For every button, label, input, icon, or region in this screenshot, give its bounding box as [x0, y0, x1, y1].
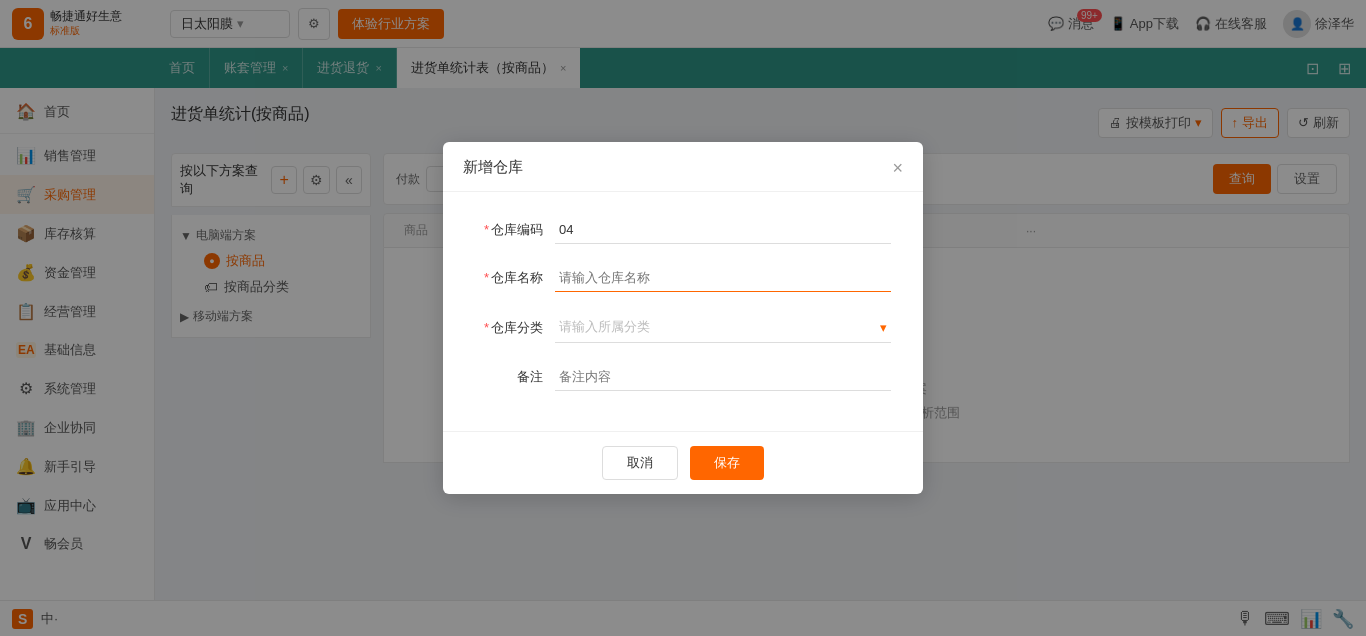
modal-footer: 取消 保存 — [443, 431, 923, 494]
category-placeholder: 请输入所属分类 — [559, 318, 650, 336]
modal-title: 新增仓库 — [463, 158, 523, 177]
code-label: 仓库编码 — [475, 221, 555, 239]
category-dropdown-arrow: ▾ — [880, 320, 887, 335]
category-label: 仓库分类 — [475, 319, 555, 337]
form-row-code: 仓库编码 — [475, 216, 891, 244]
modal-body: 仓库编码 仓库名称 仓库分类 请输入所属分类 ▾ 备注 — [443, 192, 923, 431]
save-button[interactable]: 保存 — [690, 446, 764, 480]
form-row-note: 备注 — [475, 363, 891, 391]
cancel-button[interactable]: 取消 — [602, 446, 678, 480]
note-label: 备注 — [475, 368, 555, 386]
name-label: 仓库名称 — [475, 269, 555, 287]
modal-overlay[interactable]: 新增仓库 × 仓库编码 仓库名称 仓库分类 请输入所属分类 ▾ — [0, 0, 1366, 636]
modal-new-warehouse: 新增仓库 × 仓库编码 仓库名称 仓库分类 请输入所属分类 ▾ — [443, 142, 923, 494]
warehouse-category-select[interactable]: 请输入所属分类 ▾ — [555, 312, 891, 343]
warehouse-note-input[interactable] — [555, 363, 891, 391]
form-row-name: 仓库名称 — [475, 264, 891, 292]
modal-close-button[interactable]: × — [892, 159, 903, 177]
warehouse-code-input[interactable] — [555, 216, 891, 244]
warehouse-name-input[interactable] — [555, 264, 891, 292]
form-row-category: 仓库分类 请输入所属分类 ▾ — [475, 312, 891, 343]
modal-header: 新增仓库 × — [443, 142, 923, 192]
